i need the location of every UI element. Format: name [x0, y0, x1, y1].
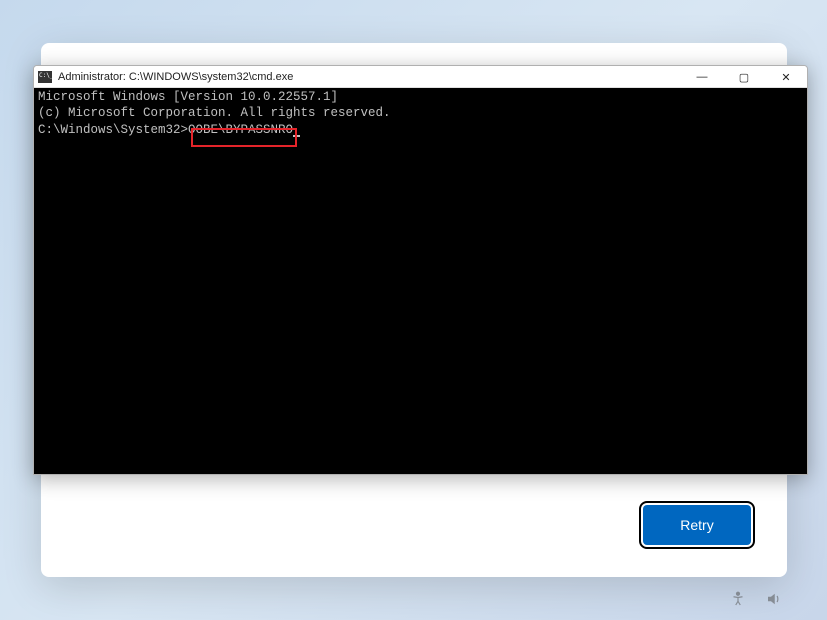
cmd-window: Administrator: C:\WINDOWS\system32\cmd.e… [33, 65, 808, 475]
accessibility-icon[interactable] [729, 590, 747, 608]
command-text: OOBE\BYPASSNRO [188, 123, 293, 137]
cmd-icon [38, 71, 52, 83]
maximize-button[interactable]: ▢ [723, 66, 765, 88]
copyright-line: (c) Microsoft Corporation. All rights re… [38, 105, 803, 121]
window-controls: — ▢ ✕ [681, 66, 807, 88]
cursor [293, 135, 300, 137]
prompt-text: C:\Windows\System32> [38, 123, 188, 137]
close-button[interactable]: ✕ [765, 66, 807, 88]
titlebar[interactable]: Administrator: C:\WINDOWS\system32\cmd.e… [34, 66, 807, 88]
volume-icon[interactable] [765, 590, 783, 608]
window-title: Administrator: C:\WINDOWS\system32\cmd.e… [58, 71, 293, 83]
system-tray [729, 590, 783, 608]
terminal-area[interactable]: Microsoft Windows [Version 10.0.22557.1]… [34, 88, 807, 474]
version-line: Microsoft Windows [Version 10.0.22557.1] [38, 89, 803, 105]
retry-button[interactable]: Retry [643, 505, 751, 545]
minimize-button[interactable]: — [681, 66, 723, 88]
prompt-line: C:\Windows\System32>OOBE\BYPASSNRO [38, 122, 300, 138]
